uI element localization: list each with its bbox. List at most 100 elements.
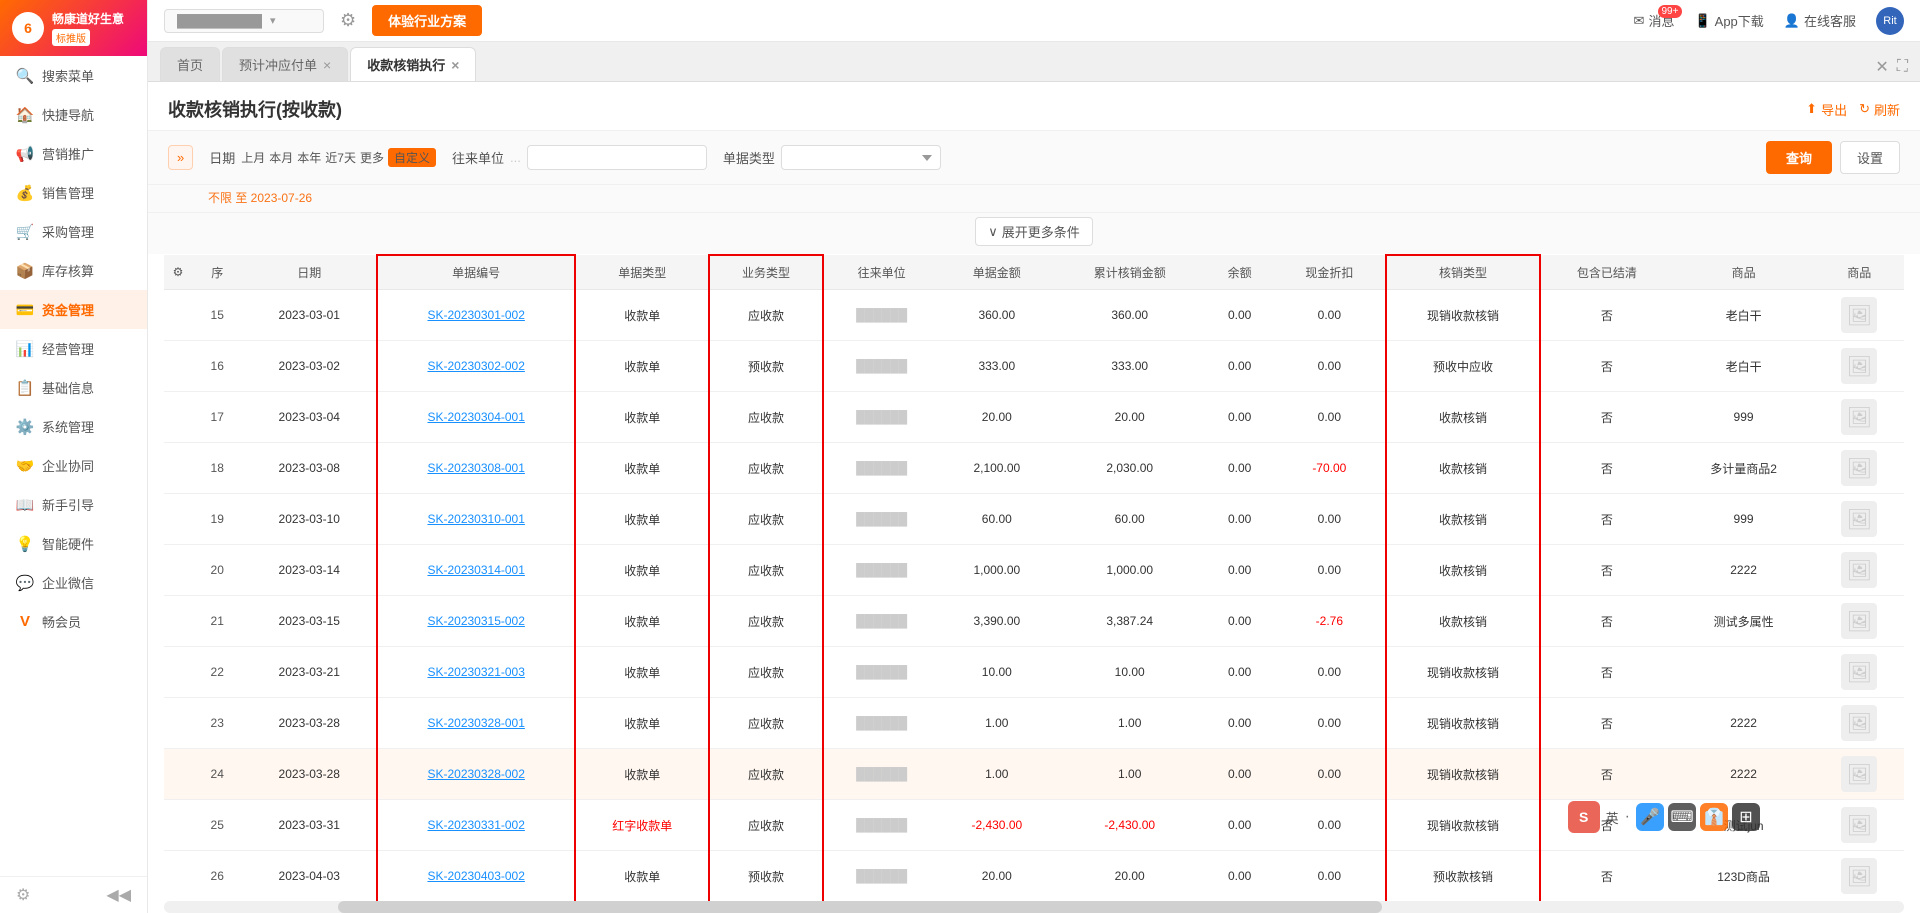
td-product: 多计量商品2 — [1673, 443, 1815, 494]
td-product2: 🖼 — [1815, 749, 1904, 800]
sidebar-item-search[interactable]: 🔍 搜索菜单 — [0, 56, 147, 95]
td-bill-no[interactable]: SK-20230321-003 — [377, 647, 575, 698]
td-bill-no[interactable]: SK-20230328-001 — [377, 698, 575, 749]
wechat-icon: 💬 — [16, 574, 34, 592]
filter-expand-btn[interactable]: » — [168, 145, 193, 170]
sidebar-item-member[interactable]: V 畅会员 — [0, 602, 147, 641]
td-include-settled: 否 — [1540, 494, 1672, 545]
td-include-settled: 否 — [1540, 698, 1672, 749]
tab-window-close-icon[interactable]: ✕ — [1875, 57, 1888, 77]
mic-icon[interactable]: 🎤 — [1636, 803, 1664, 831]
sidebar-item-inventory[interactable]: 📦 库存核算 — [0, 251, 147, 290]
app-download-btn[interactable]: 📱 App下载 — [1694, 11, 1763, 30]
td-bill-no[interactable]: SK-20230331-002 — [377, 800, 575, 851]
keyboard-icon[interactable]: ⌨ — [1668, 803, 1696, 831]
tab-payable-label: 预计冲应付单 — [239, 55, 317, 74]
solution-btn[interactable]: 体验行业方案 — [372, 5, 482, 36]
sidebar-item-sales[interactable]: 💰 销售管理 — [0, 173, 147, 212]
td-bill-type: 收款单 — [575, 647, 709, 698]
sidebar-item-system[interactable]: ⚙️ 系统管理 — [0, 407, 147, 446]
td-cancel-amount: -2,430.00 — [1054, 800, 1205, 851]
wm-dot: · — [1625, 808, 1630, 826]
td-partner: ██████ — [823, 800, 940, 851]
sidebar-item-hardware[interactable]: 💡 智能硬件 — [0, 524, 147, 563]
message-btn[interactable]: ✉ 消息 99+ — [1634, 11, 1675, 30]
sidebar-item-purchase[interactable]: 🛒 采购管理 — [0, 212, 147, 251]
tab-payable[interactable]: 预计冲应付单 × — [222, 47, 348, 81]
sidebar-item-label: 销售管理 — [42, 183, 94, 202]
td-biz-type: 应收款 — [709, 443, 822, 494]
date-this-year[interactable]: 本年 — [297, 149, 321, 166]
shirt-icon[interactable]: 👔 — [1700, 803, 1728, 831]
td-biz-type: 应收款 — [709, 392, 822, 443]
td-bill-no[interactable]: SK-20230314-001 — [377, 545, 575, 596]
td-date: 2023-03-14 — [242, 545, 377, 596]
sidebar-item-wechat[interactable]: 💬 企业微信 — [0, 563, 147, 602]
td-cancel-amount: 1,000.00 — [1054, 545, 1205, 596]
topbar-settings-icon[interactable]: ⚙ — [340, 10, 356, 31]
td-partner: ██████ — [823, 749, 940, 800]
export-btn[interactable]: ⬆ 导出 — [1806, 100, 1847, 119]
date-custom-btn[interactable]: 自定义 — [388, 148, 436, 167]
th-gear[interactable]: ⚙ — [164, 255, 192, 290]
sidebar-item-operation[interactable]: 📊 经营管理 — [0, 329, 147, 368]
td-gear — [164, 290, 192, 341]
td-bill-no[interactable]: SK-20230301-002 — [377, 290, 575, 341]
content-header: 收款核销执行(按收款) ⬆ 导出 ↻ 刷新 — [148, 82, 1920, 131]
td-product2: 🖼 — [1815, 392, 1904, 443]
sidebar-item-label: 采购管理 — [42, 222, 94, 241]
workspace-selector[interactable]: ██████████ ▾ — [164, 9, 324, 33]
hardware-icon: 💡 — [16, 535, 34, 553]
tab-payable-close-icon[interactable]: × — [323, 58, 331, 72]
td-bill-no[interactable]: SK-20230308-001 — [377, 443, 575, 494]
td-bill-no[interactable]: SK-20230304-001 — [377, 392, 575, 443]
billtype-select[interactable] — [781, 145, 941, 170]
guide-icon: 📖 — [16, 496, 34, 514]
td-biz-type: 应收款 — [709, 800, 822, 851]
td-gear — [164, 596, 192, 647]
table-scrollbar[interactable] — [164, 901, 1904, 913]
td-bill-no[interactable]: SK-20230315-002 — [377, 596, 575, 647]
date-this-month[interactable]: 本月 — [269, 149, 293, 166]
td-partner: ██████ — [823, 341, 940, 392]
td-partner: ██████ — [823, 290, 940, 341]
td-bill-no[interactable]: SK-20230310-001 — [377, 494, 575, 545]
tab-home[interactable]: 首页 — [160, 47, 220, 81]
query-btn[interactable]: 查询 — [1766, 141, 1832, 174]
sidebar-item-guide[interactable]: 📖 新手引导 — [0, 485, 147, 524]
service-btn[interactable]: 👤 在线客服 — [1784, 11, 1856, 30]
td-bill-no[interactable]: SK-20230328-002 — [377, 749, 575, 800]
td-num: 23 — [192, 698, 242, 749]
partner-dots: ... — [510, 150, 521, 165]
sidebar-item-finance[interactable]: 💳 资金管理 — [0, 290, 147, 329]
td-bill-no[interactable]: SK-20230403-002 — [377, 851, 575, 902]
sidebar-bottom: ⚙ ◀◀ — [0, 876, 147, 913]
expand-more-btn[interactable]: ∨ 展开更多条件 — [975, 217, 1093, 246]
collapse-icon[interactable]: ◀◀ — [106, 885, 131, 905]
partner-input[interactable] — [527, 145, 707, 170]
tab-receipt[interactable]: 收款核销执行 × — [350, 47, 476, 81]
refresh-btn[interactable]: ↻ 刷新 — [1859, 100, 1900, 119]
service-label: 在线客服 — [1804, 11, 1856, 30]
tab-receipt-close-icon[interactable]: × — [451, 58, 459, 72]
tab-window-expand-icon[interactable]: ⛶ — [1897, 58, 1908, 76]
td-biz-type: 应收款 — [709, 698, 822, 749]
apps-icon[interactable]: ⊞ — [1732, 803, 1760, 831]
sidebar-item-marketing[interactable]: 📢 营销推广 — [0, 134, 147, 173]
td-gear — [164, 749, 192, 800]
td-bill-no[interactable]: SK-20230302-002 — [377, 341, 575, 392]
sidebar-item-enterprise[interactable]: 🤝 企业协同 — [0, 446, 147, 485]
td-include-settled: 否 — [1540, 341, 1672, 392]
settings-icon[interactable]: ⚙ — [16, 885, 30, 905]
sidebar-item-shortcut[interactable]: 🏠 快捷导航 — [0, 95, 147, 134]
sidebar-item-basic[interactable]: 📋 基础信息 — [0, 368, 147, 407]
td-date: 2023-03-28 — [242, 698, 377, 749]
date-last-month[interactable]: 上月 — [241, 149, 265, 166]
td-num: 15 — [192, 290, 242, 341]
inventory-icon: 📦 — [16, 262, 34, 280]
date-more[interactable]: 更多 — [360, 149, 384, 166]
td-balance: 0.00 — [1205, 596, 1274, 647]
filter-setting-btn[interactable]: 设置 — [1840, 141, 1900, 174]
user-avatar[interactable]: Rit — [1876, 7, 1904, 35]
date-7days[interactable]: 近7天 — [325, 149, 356, 166]
